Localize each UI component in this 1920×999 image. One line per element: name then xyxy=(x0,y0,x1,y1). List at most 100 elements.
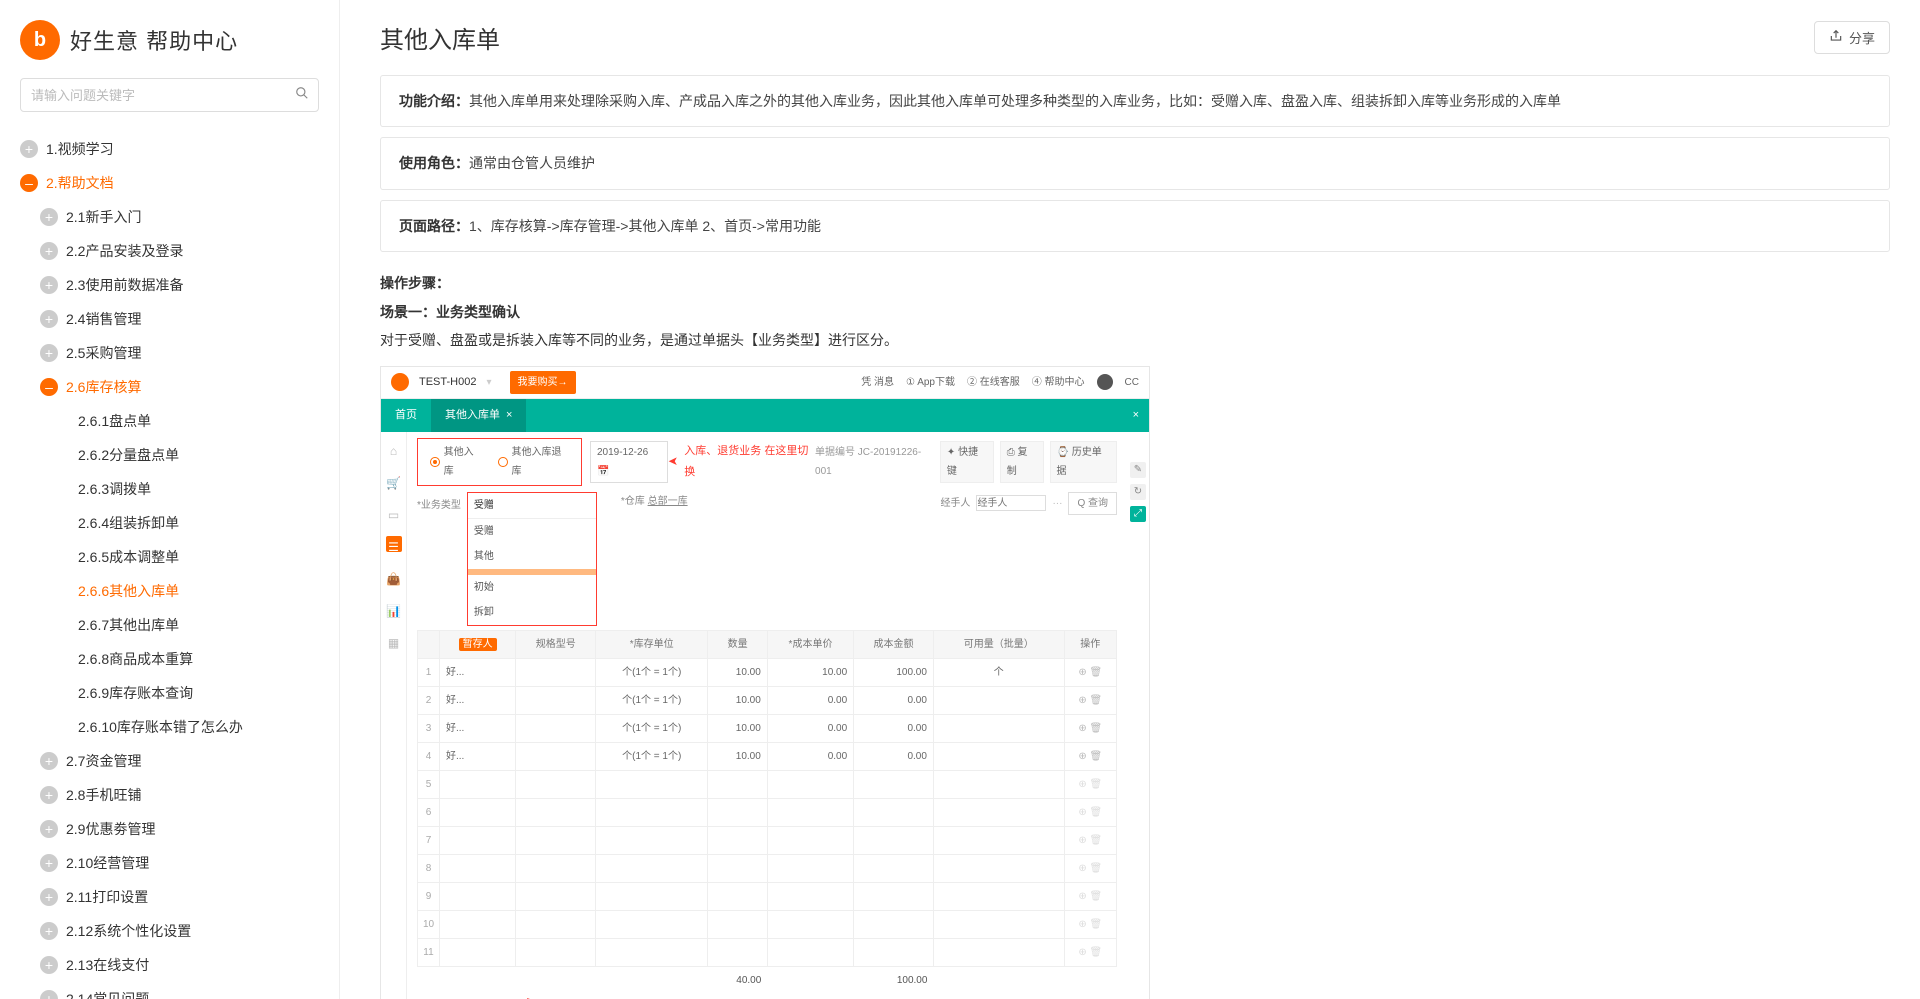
shot-cs[interactable]: ② 在线客服 xyxy=(967,373,1020,392)
page-title: 其他入库单 xyxy=(380,20,500,55)
line-table: 暂存人 规格型号 *库存单位 数量 *成本单价 成本金额 可用量（批量） 操作 … xyxy=(417,630,1117,994)
table-row[interactable]: 11⊕ 🗑 xyxy=(418,938,1117,966)
search-icon[interactable] xyxy=(295,86,309,103)
r-icon[interactable]: ↻ xyxy=(1130,484,1146,500)
plus-icon: + xyxy=(40,344,58,362)
side-grid-icon[interactable]: ▦ xyxy=(386,632,402,648)
date-field[interactable]: 2019-12-26 📅 xyxy=(590,441,668,483)
plus-icon: + xyxy=(40,242,58,260)
plus-icon: + xyxy=(40,990,58,999)
side-bag-icon[interactable]: 👜 xyxy=(386,568,402,584)
biztype-dropdown[interactable]: 受赠 受赠 其他 初始 拆卸 xyxy=(467,492,597,626)
table-row[interactable]: 6⊕ 🗑 xyxy=(418,798,1117,826)
path-label: 页面路径： xyxy=(399,218,469,234)
table-row[interactable]: 3好...个(1个 = 1个)10.000.000.00⊕ 🗑 xyxy=(418,714,1117,742)
plus-icon: + xyxy=(40,888,58,906)
nav-2-6-1[interactable]: 2.6.1盘点单 xyxy=(78,404,319,438)
side-cart-icon[interactable]: 🛒 xyxy=(386,472,402,488)
copy-button[interactable]: ⎙ 复制 xyxy=(1000,441,1044,483)
nav-2-3[interactable]: +2.3使用前数据准备 xyxy=(40,268,319,302)
side-box-icon[interactable]: ▭ xyxy=(386,504,402,520)
side-chart-icon[interactable]: 📊 xyxy=(386,600,402,616)
brand: b 好生意 帮助中心 xyxy=(20,20,319,60)
shot-user: CC xyxy=(1125,373,1139,392)
tabbar-close-icon[interactable]: × xyxy=(1123,405,1149,426)
nav-2-6-8[interactable]: 2.6.8商品成本重算 xyxy=(78,642,319,676)
plus-icon: + xyxy=(40,752,58,770)
nav-tree: +1.视频学习 –2.帮助文档 +2.1新手入门 +2.2产品安装及登录 +2.… xyxy=(20,132,319,999)
shot-help[interactable]: ④ 帮助中心 xyxy=(1032,373,1085,392)
nav-2-6-4[interactable]: 2.6.4组装拆卸单 xyxy=(78,506,319,540)
side-doc-icon[interactable]: ☰ xyxy=(386,536,402,552)
nav-2-6-7[interactable]: 2.6.7其他出库单 xyxy=(78,608,319,642)
role-text: 通常由仓管人员维护 xyxy=(469,155,595,171)
history-button[interactable]: ⌚ 历史单据 xyxy=(1050,441,1117,483)
nav-2-6-2[interactable]: 2.6.2分量盘点单 xyxy=(78,438,319,472)
plus-icon: + xyxy=(40,208,58,226)
share-icon xyxy=(1829,29,1843,46)
avatar-icon[interactable] xyxy=(1097,374,1113,390)
role-label: 使用角色： xyxy=(399,155,469,171)
dd-opt[interactable]: 拆卸 xyxy=(468,600,596,625)
shot-app[interactable]: ① App下载 xyxy=(906,373,955,392)
table-row[interactable]: 5⊕ 🗑 xyxy=(418,770,1117,798)
shot-logo-icon xyxy=(391,373,409,391)
opt-in[interactable]: 其他入库 xyxy=(424,441,488,483)
nav-2-13[interactable]: +2.13在线支付 xyxy=(40,948,319,982)
dd-opt[interactable]: 初始 xyxy=(468,575,596,600)
nav-2-9[interactable]: +2.9优惠劵管理 xyxy=(40,812,319,846)
shot-side-icons: ⌂ 🛒 ▭ ☰ 👜 📊 ▦ xyxy=(381,432,407,999)
shortcut-button[interactable]: ✦ 快捷键 xyxy=(940,441,994,483)
table-row[interactable]: 7⊕ 🗑 xyxy=(418,826,1117,854)
nav-2-2[interactable]: +2.2产品安装及登录 xyxy=(40,234,319,268)
table-row[interactable]: 2好...个(1个 = 1个)10.000.000.00⊕ 🗑 xyxy=(418,686,1117,714)
nav-2-6-5[interactable]: 2.6.5成本调整单 xyxy=(78,540,319,574)
shot-right-icons: ✎ ↻ ⤢ xyxy=(1127,432,1149,999)
shot-tabs: 首页 其他入库单× × xyxy=(381,399,1149,432)
plus-icon: + xyxy=(40,820,58,838)
table-row[interactable]: 8⊕ 🗑 xyxy=(418,854,1117,882)
share-button[interactable]: 分享 xyxy=(1814,21,1890,54)
r-icon[interactable]: ⤢ xyxy=(1130,506,1146,522)
nav-2-10[interactable]: +2.10经营管理 xyxy=(40,846,319,880)
shot-msg[interactable]: 凭 消息 xyxy=(861,373,894,392)
r-icon[interactable]: ✎ xyxy=(1130,462,1146,478)
search-input[interactable] xyxy=(20,78,319,112)
query-button[interactable]: Q 查询 xyxy=(1068,492,1117,515)
opt-return[interactable]: 其他入库退库 xyxy=(492,441,575,483)
dd-opt[interactable]: 受赠 xyxy=(468,519,596,544)
table-row[interactable]: 9⊕ 🗑 xyxy=(418,882,1117,910)
side-home-icon[interactable]: ⌂ xyxy=(386,440,402,456)
nav-2-12[interactable]: +2.12系统个性化设置 xyxy=(40,914,319,948)
nav-2-4[interactable]: +2.4销售管理 xyxy=(40,302,319,336)
radio-icon xyxy=(430,457,440,467)
handler-input[interactable] xyxy=(976,495,1046,511)
sidebar: b 好生意 帮助中心 +1.视频学习 –2.帮助文档 +2.1新手入门 +2.2… xyxy=(0,0,340,999)
table-row[interactable]: 4好...个(1个 = 1个)10.000.000.00⊕ 🗑 xyxy=(418,742,1117,770)
nav-video[interactable]: +1.视频学习 xyxy=(20,132,319,166)
shot-trial-button[interactable]: 我要购买→ xyxy=(510,371,576,394)
nav-2-6-3[interactable]: 2.6.3调拨单 xyxy=(78,472,319,506)
biztype-label: *业务类型 xyxy=(417,492,461,515)
main-content: 其他入库单 分享 功能介绍：其他入库单用来处理除采购入库、产成品入库之外的其他入… xyxy=(340,0,1920,999)
nav-2-6[interactable]: –2.6库存核算 xyxy=(40,370,319,404)
nav-docs[interactable]: –2.帮助文档 xyxy=(20,166,319,200)
table-row[interactable]: 1好...个(1个 = 1个)10.0010.00100.00个⊕ 🗑 xyxy=(418,658,1117,686)
nav-2-6-10[interactable]: 2.6.10库存账本错了怎么办 xyxy=(78,710,319,744)
nav-2-8[interactable]: +2.8手机旺铺 xyxy=(40,778,319,812)
close-icon[interactable]: × xyxy=(506,405,512,426)
nav-2-1[interactable]: +2.1新手入门 xyxy=(40,200,319,234)
nav-2-7[interactable]: +2.7资金管理 xyxy=(40,744,319,778)
nav-2-5[interactable]: +2.5采购管理 xyxy=(40,336,319,370)
annotation-arrow-icon: ➤ xyxy=(668,450,678,473)
role-box: 使用角色：通常由仓管人员维护 xyxy=(380,137,1890,189)
nav-2-6-6[interactable]: 2.6.6其他入库单 xyxy=(78,574,319,608)
tab-doc[interactable]: 其他入库单× xyxy=(431,399,526,432)
nav-2-11[interactable]: +2.11打印设置 xyxy=(40,880,319,914)
table-row[interactable]: 10⊕ 🗑 xyxy=(418,910,1117,938)
nav-2-14[interactable]: +2.14常见问题 xyxy=(40,982,319,999)
dd-opt[interactable]: 其他 xyxy=(468,544,596,569)
tab-home[interactable]: 首页 xyxy=(381,399,431,432)
scene1-title: 场景一：业务类型确认 xyxy=(380,299,1890,326)
nav-2-6-9[interactable]: 2.6.9库存账本查询 xyxy=(78,676,319,710)
